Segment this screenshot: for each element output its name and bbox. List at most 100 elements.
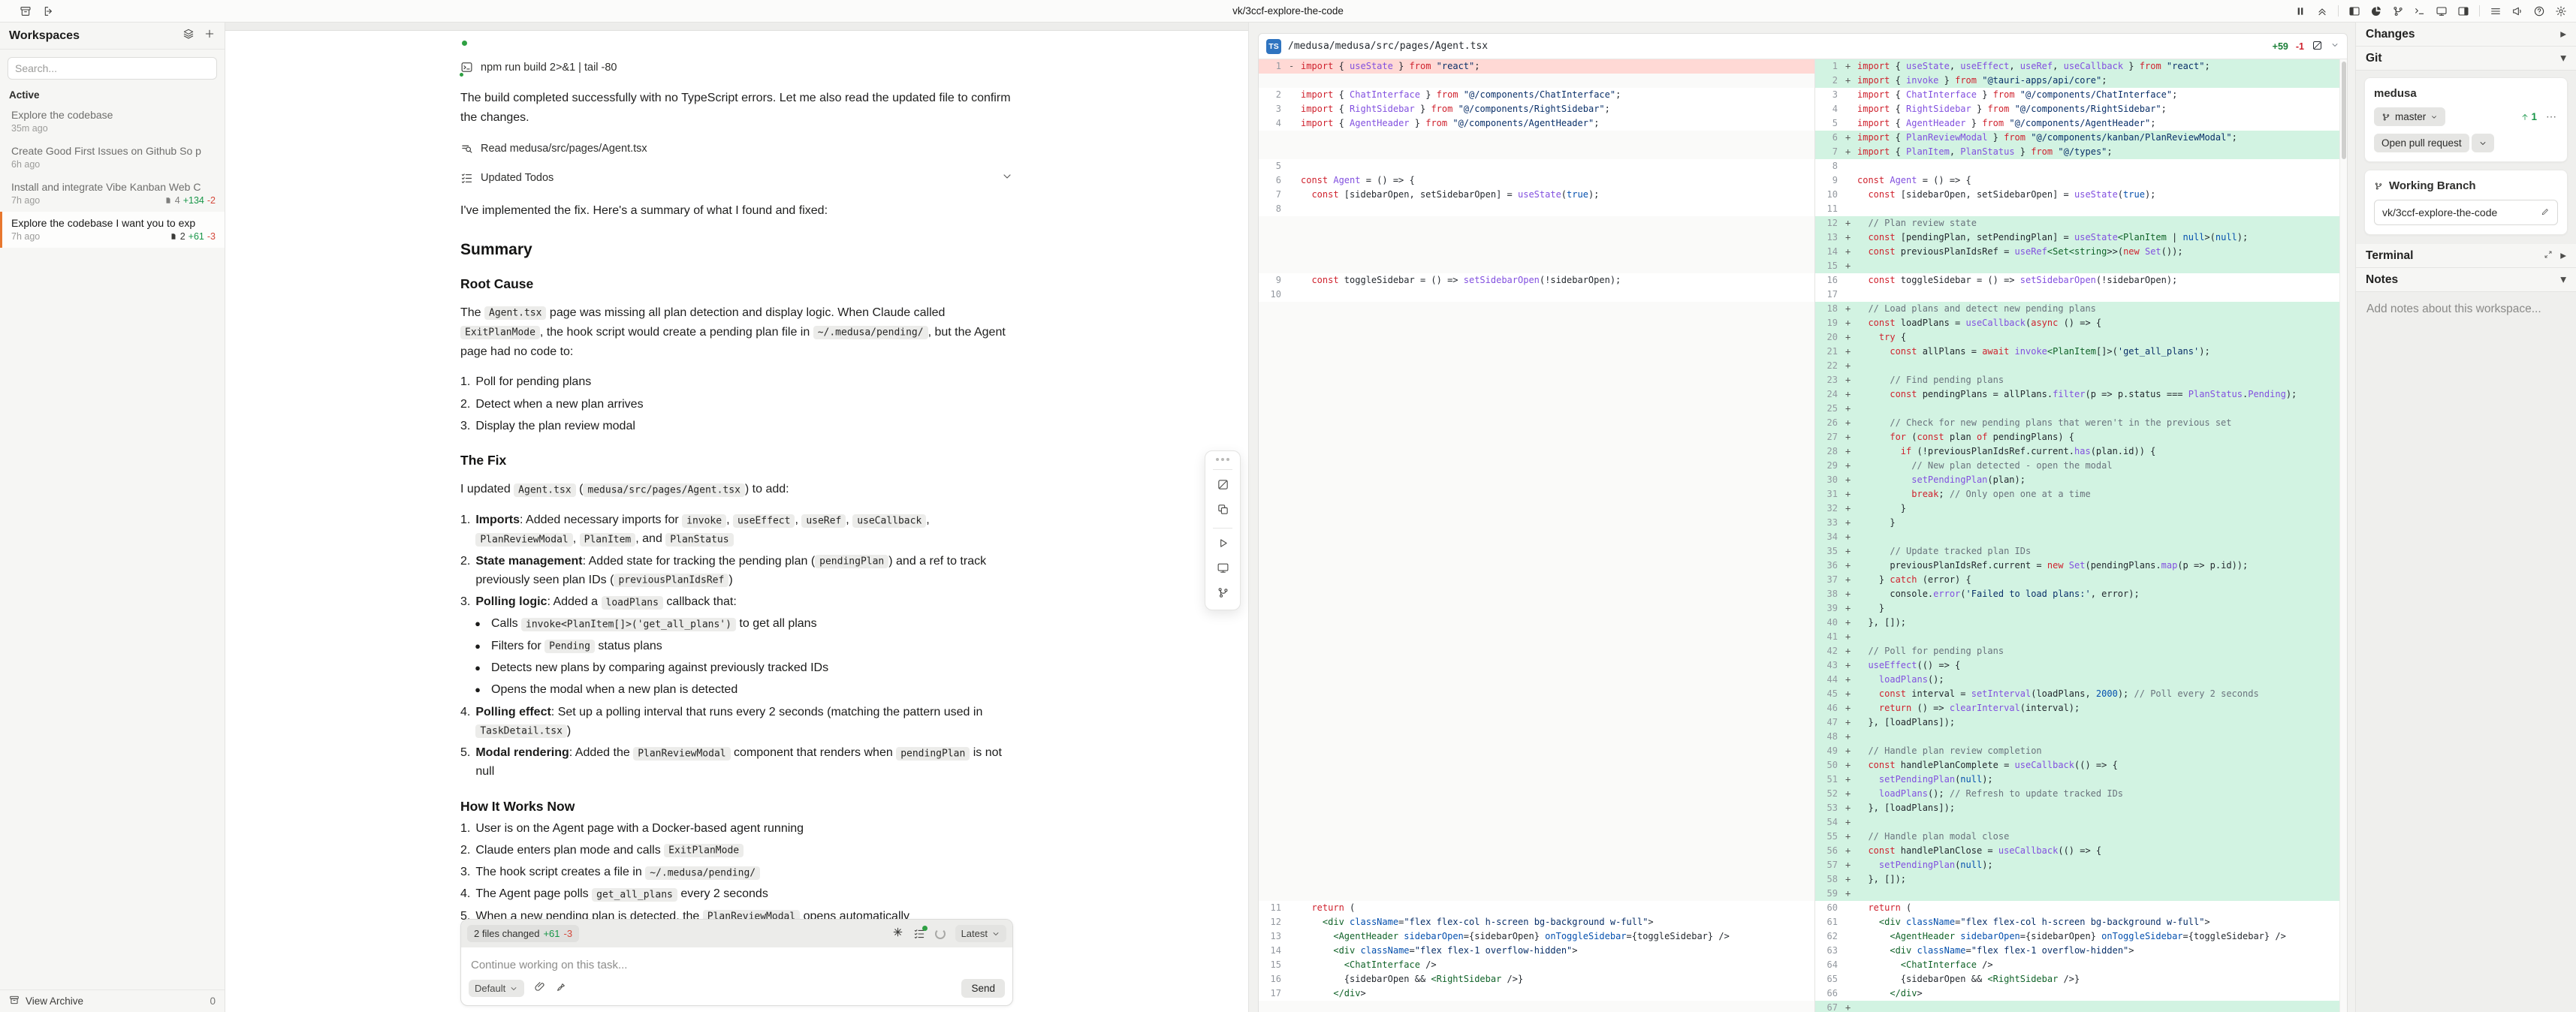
git-branch-icon[interactable] — [1217, 586, 1229, 603]
notes-section-header[interactable]: Notes ▾ — [2356, 268, 2576, 292]
branch-dropdown[interactable]: master — [2374, 107, 2445, 126]
tool-call-updated-todos[interactable]: Updated Todos — [460, 170, 1013, 186]
drag-handle-dots[interactable] — [1216, 458, 1229, 461]
model-dropdown[interactable]: Default — [469, 980, 524, 997]
changes-section-header[interactable]: Changes ▸ — [2356, 23, 2576, 47]
workspace-list-item[interactable]: Install and integrate Vibe Kanban Web C … — [0, 176, 225, 212]
open-pull-request-button[interactable]: Open pull request — [2374, 134, 2469, 152]
diff-code-row: 53+ }, [loadPlans]); — [1815, 801, 2339, 815]
subheading: How It Works Now — [460, 799, 1013, 815]
diff-filler-row — [1259, 430, 1814, 444]
add-workspace-button[interactable] — [204, 28, 216, 44]
line-number: 27 — [1815, 430, 1845, 444]
workspace-list-item[interactable]: Explore the codebase I want you to exp 7… — [0, 212, 225, 248]
expand-icon[interactable] — [2544, 249, 2553, 263]
monitor-icon[interactable] — [1217, 562, 1229, 578]
monitor-icon[interactable] — [2436, 5, 2448, 17]
inline-code: invoke — [682, 514, 726, 528]
line-number: 29 — [1815, 459, 1845, 473]
diff-filler-row — [1259, 787, 1814, 801]
pen-icon[interactable] — [556, 980, 568, 996]
spark-icon[interactable] — [892, 926, 903, 941]
inline-code: Pending — [544, 640, 595, 653]
inline-code: get_all_plans — [592, 888, 677, 902]
view-archive-button[interactable]: View Archive 0 — [0, 989, 225, 1012]
line-number: 2 — [1815, 74, 1845, 88]
collapse-up-icon[interactable] — [2316, 5, 2328, 17]
copy-icon[interactable] — [1217, 503, 1229, 520]
send-button[interactable]: Send — [961, 979, 1005, 998]
line-number: 25 — [1815, 402, 1845, 416]
play-icon[interactable] — [1217, 537, 1229, 553]
terminal-section-header[interactable]: Terminal ▸ — [2356, 244, 2576, 268]
line-number: 53 — [1815, 801, 1845, 815]
line-number: 67 — [1815, 1001, 1845, 1012]
tool-call-read-file[interactable]: Read medusa/src/pages/Agent.tsx — [460, 143, 1013, 155]
workspace-stats: 4+134-2 — [164, 195, 216, 206]
scrollbar[interactable] — [2339, 59, 2347, 1012]
assistant-text: I've implemented the fix. Here's a summa… — [460, 201, 1013, 221]
git-branch-icon[interactable] — [2392, 5, 2404, 17]
archive-count: 0 — [210, 995, 216, 1007]
chevron-down-icon[interactable] — [1001, 170, 1013, 186]
line-number: 26 — [1815, 416, 1845, 430]
line-number: 22 — [1815, 359, 1845, 373]
paperclip-icon[interactable] — [534, 980, 546, 996]
typescript-file-icon: TS — [1266, 39, 1281, 54]
line-number: 46 — [1815, 701, 1845, 715]
chevron-down-icon[interactable] — [2330, 41, 2339, 52]
panel-left-icon[interactable] — [2348, 5, 2360, 17]
files-changed-badge[interactable]: 2 files changed +61 -3 — [467, 925, 579, 942]
inline-code: medusa/src/pages/Agent.tsx — [583, 483, 745, 497]
megaphone-icon[interactable] — [2511, 5, 2523, 17]
tool-call-run-build[interactable]: npm run build 2>&1 | tail -80 — [460, 61, 1013, 74]
line-number: 35 — [1815, 544, 1845, 559]
scrollbar-thumb[interactable] — [2342, 62, 2346, 159]
working-branch-card: Working Branch vk/3ccf-explore-the-code — [2364, 170, 2568, 235]
sign-out-icon[interactable] — [43, 5, 55, 17]
line-number: 1 — [1815, 59, 1845, 74]
more-options-icon[interactable]: ⋯ — [2546, 110, 2558, 123]
diff-code-row: 57+ setPendingPlan(null); — [1815, 858, 2339, 872]
diff-code-row: 63 <div className="flex flex-1 overflow-… — [1815, 944, 2339, 958]
notes-placeholder[interactable]: Add notes about this workspace... — [2356, 292, 2576, 327]
git-section-header[interactable]: Git ▾ — [2356, 47, 2576, 71]
diff-filler-row — [1259, 74, 1814, 88]
search-box[interactable] — [8, 57, 217, 80]
line-number: 30 — [1815, 473, 1845, 487]
line-number: 37 — [1815, 573, 1845, 587]
search-input[interactable] — [15, 62, 210, 74]
gear-icon[interactable] — [2555, 5, 2567, 17]
line-number: 51 — [1815, 773, 1845, 787]
workspace-title: Explore the codebase — [11, 109, 216, 121]
composer-input-area[interactable] — [461, 947, 1012, 979]
diff-code-row: 32+ } — [1815, 501, 2339, 516]
diff-icon[interactable] — [2312, 40, 2323, 53]
help-icon[interactable] — [2533, 5, 2545, 17]
line-number: 59 — [1815, 887, 1845, 901]
inline-code: ~/.medusa/pending/ — [645, 866, 760, 880]
pencil-icon[interactable] — [2541, 206, 2550, 218]
diff-filler-row — [1259, 330, 1814, 345]
working-branch-field[interactable]: vk/3ccf-explore-the-code — [2374, 200, 2558, 225]
pr-options-caret[interactable] — [2472, 134, 2494, 152]
pie-icon[interactable] — [2370, 5, 2382, 17]
line-number: 3 — [1259, 102, 1289, 116]
archive-icon[interactable] — [20, 5, 32, 17]
message-input[interactable] — [471, 959, 1003, 971]
line-number: 5 — [1259, 159, 1289, 173]
workspace-list-item[interactable]: Create Good First Issues on Github So p … — [0, 140, 225, 176]
pause-icon[interactable] — [2294, 5, 2306, 17]
layers-icon[interactable] — [182, 28, 195, 44]
menu-icon[interactable] — [2490, 5, 2502, 17]
terminal-icon[interactable] — [2414, 5, 2426, 17]
workspace-list-item[interactable]: Explore the codebase 35m ago — [0, 104, 225, 140]
version-dropdown[interactable]: Latest — [955, 925, 1006, 942]
assistant-text: The build completed successfully with no… — [460, 89, 1013, 128]
line-number: 4 — [1259, 116, 1289, 131]
diff-icon[interactable] — [1217, 478, 1229, 495]
line-number: 33 — [1815, 516, 1845, 530]
panel-right-icon[interactable] — [2457, 5, 2469, 17]
diff-code-row: 14 <div className="flex flex-1 overflow-… — [1259, 944, 1814, 958]
todos-icon[interactable] — [913, 928, 925, 940]
